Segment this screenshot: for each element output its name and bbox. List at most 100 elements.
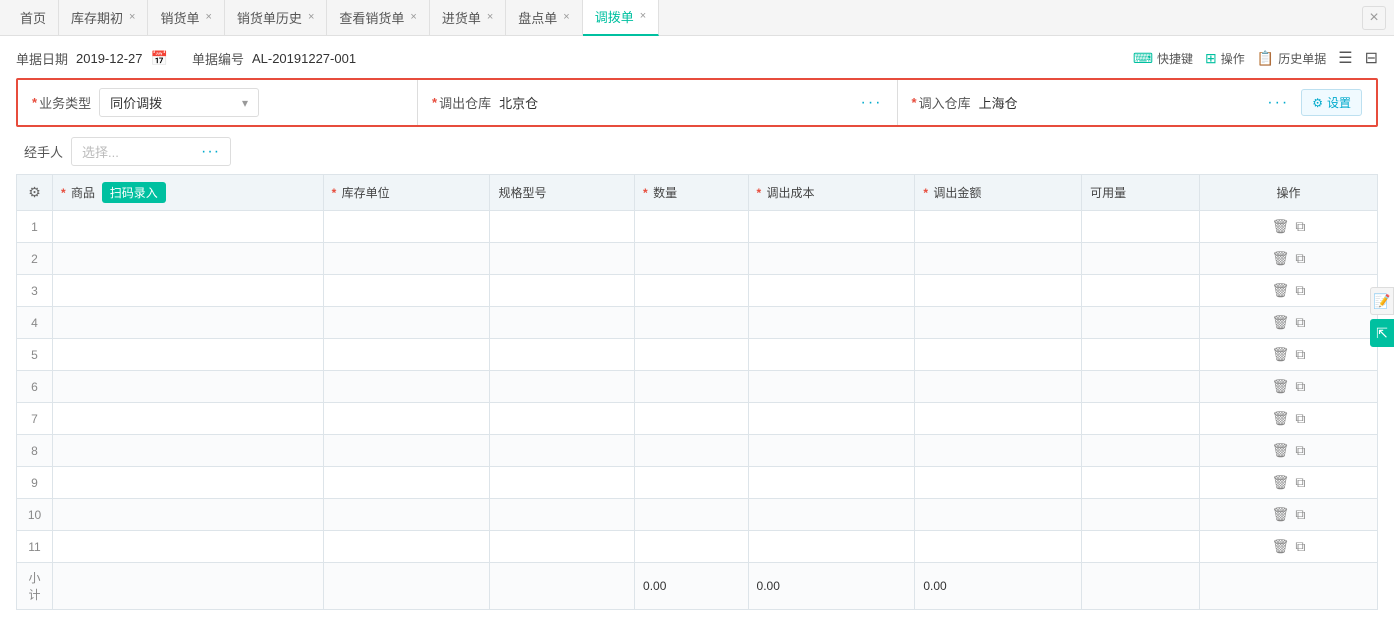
qty-cell[interactable]: [635, 339, 748, 371]
available-cell[interactable]: [1082, 531, 1200, 563]
tab-stocktake[interactable]: 盘点单 ×: [506, 0, 582, 36]
cost-cell[interactable]: [748, 467, 915, 499]
close-icon[interactable]: ×: [308, 12, 314, 23]
close-icon[interactable]: ×: [640, 11, 646, 22]
delete-icon[interactable]: 🗑: [1272, 250, 1290, 267]
qty-cell[interactable]: [635, 531, 748, 563]
unit-cell[interactable]: [323, 531, 490, 563]
delete-icon[interactable]: 🗑: [1272, 506, 1290, 523]
qty-cell[interactable]: [635, 211, 748, 243]
tab-transfer[interactable]: 调拨单 ×: [583, 0, 659, 36]
copy-icon[interactable]: ⧉: [1295, 474, 1305, 491]
close-icon[interactable]: ×: [129, 12, 135, 23]
product-cell[interactable]: [53, 243, 324, 275]
cost-cell[interactable]: [748, 531, 915, 563]
available-cell[interactable]: [1082, 339, 1200, 371]
cost-cell[interactable]: [748, 435, 915, 467]
spec-cell[interactable]: [490, 371, 635, 403]
amount-cell[interactable]: [915, 243, 1082, 275]
close-icon[interactable]: ×: [205, 12, 211, 23]
spec-cell[interactable]: [490, 435, 635, 467]
spec-cell[interactable]: [490, 275, 635, 307]
delete-icon[interactable]: 🗑: [1272, 474, 1290, 491]
cost-cell[interactable]: [748, 499, 915, 531]
qty-cell[interactable]: [635, 307, 748, 339]
product-cell[interactable]: [53, 339, 324, 371]
product-cell[interactable]: [53, 499, 324, 531]
calendar-icon[interactable]: 📅: [151, 50, 168, 67]
scan-button[interactable]: 扫码录入: [102, 182, 166, 203]
product-cell[interactable]: [53, 275, 324, 307]
available-cell[interactable]: [1082, 435, 1200, 467]
qty-cell[interactable]: [635, 499, 748, 531]
product-cell[interactable]: [53, 403, 324, 435]
delete-icon[interactable]: 🗑: [1272, 442, 1290, 459]
available-cell[interactable]: [1082, 211, 1200, 243]
available-cell[interactable]: [1082, 307, 1200, 339]
cost-cell[interactable]: [748, 275, 915, 307]
tab-view-sales[interactable]: 查看销货单 ×: [327, 0, 429, 36]
delete-icon[interactable]: 🗑: [1272, 282, 1290, 299]
cost-cell[interactable]: [748, 307, 915, 339]
unit-cell[interactable]: [323, 499, 490, 531]
amount-cell[interactable]: [915, 307, 1082, 339]
spec-cell[interactable]: [490, 467, 635, 499]
available-cell[interactable]: [1082, 243, 1200, 275]
delete-icon[interactable]: 🗑: [1272, 314, 1290, 331]
spec-cell[interactable]: [490, 499, 635, 531]
unit-cell[interactable]: [323, 211, 490, 243]
tab-sales-history[interactable]: 销货单历史 ×: [225, 0, 327, 36]
unit-cell[interactable]: [323, 371, 490, 403]
amount-cell[interactable]: [915, 403, 1082, 435]
tab-inventory-init[interactable]: 库存期初 ×: [59, 0, 148, 36]
person-more-icon[interactable]: ···: [201, 143, 220, 161]
copy-icon[interactable]: ⧉: [1295, 346, 1305, 363]
available-cell[interactable]: [1082, 467, 1200, 499]
qty-cell[interactable]: [635, 403, 748, 435]
unit-cell[interactable]: [323, 307, 490, 339]
person-selector[interactable]: 选择... ···: [71, 137, 231, 166]
tab-purchase-order[interactable]: 进货单 ×: [430, 0, 506, 36]
table-settings-icon[interactable]: ⚙: [28, 184, 41, 200]
amount-cell[interactable]: [915, 275, 1082, 307]
spec-cell[interactable]: [490, 531, 635, 563]
shortcuts-button[interactable]: ⌨ 快捷键: [1133, 50, 1193, 67]
cost-cell[interactable]: [748, 339, 915, 371]
tab-home[interactable]: 首页: [8, 0, 59, 36]
biz-type-dropdown[interactable]: 同价调拨 ▾: [99, 88, 259, 117]
notes-button[interactable]: 📝: [1370, 287, 1394, 315]
amount-cell[interactable]: [915, 371, 1082, 403]
amount-cell[interactable]: [915, 435, 1082, 467]
unit-cell[interactable]: [323, 339, 490, 371]
qty-cell[interactable]: [635, 243, 748, 275]
available-cell[interactable]: [1082, 403, 1200, 435]
unit-cell[interactable]: [323, 467, 490, 499]
delete-icon[interactable]: 🗑: [1272, 218, 1290, 235]
delete-icon[interactable]: 🗑: [1272, 378, 1290, 395]
unit-cell[interactable]: [323, 435, 490, 467]
copy-icon[interactable]: ⧉: [1295, 506, 1305, 523]
layout-grid-button[interactable]: ⊟: [1365, 48, 1378, 68]
product-cell[interactable]: [53, 211, 324, 243]
spec-cell[interactable]: [490, 339, 635, 371]
amount-cell[interactable]: [915, 339, 1082, 371]
qty-cell[interactable]: [635, 371, 748, 403]
amount-cell[interactable]: [915, 467, 1082, 499]
product-cell[interactable]: [53, 371, 324, 403]
spec-cell[interactable]: [490, 307, 635, 339]
operations-button[interactable]: ⊞ 操作: [1205, 50, 1245, 67]
to-warehouse-more-icon[interactable]: ···: [1267, 94, 1289, 112]
available-cell[interactable]: [1082, 371, 1200, 403]
product-cell[interactable]: [53, 307, 324, 339]
qty-cell[interactable]: [635, 275, 748, 307]
copy-icon[interactable]: ⧉: [1295, 250, 1305, 267]
product-cell[interactable]: [53, 531, 324, 563]
layout-list-button[interactable]: ☰: [1338, 48, 1352, 68]
window-close-button[interactable]: ×: [1362, 6, 1386, 30]
tab-sales-order[interactable]: 销货单 ×: [148, 0, 224, 36]
close-icon[interactable]: ×: [410, 12, 416, 23]
spec-cell[interactable]: [490, 211, 635, 243]
unit-cell[interactable]: [323, 403, 490, 435]
copy-icon[interactable]: ⧉: [1295, 378, 1305, 395]
amount-cell[interactable]: [915, 211, 1082, 243]
